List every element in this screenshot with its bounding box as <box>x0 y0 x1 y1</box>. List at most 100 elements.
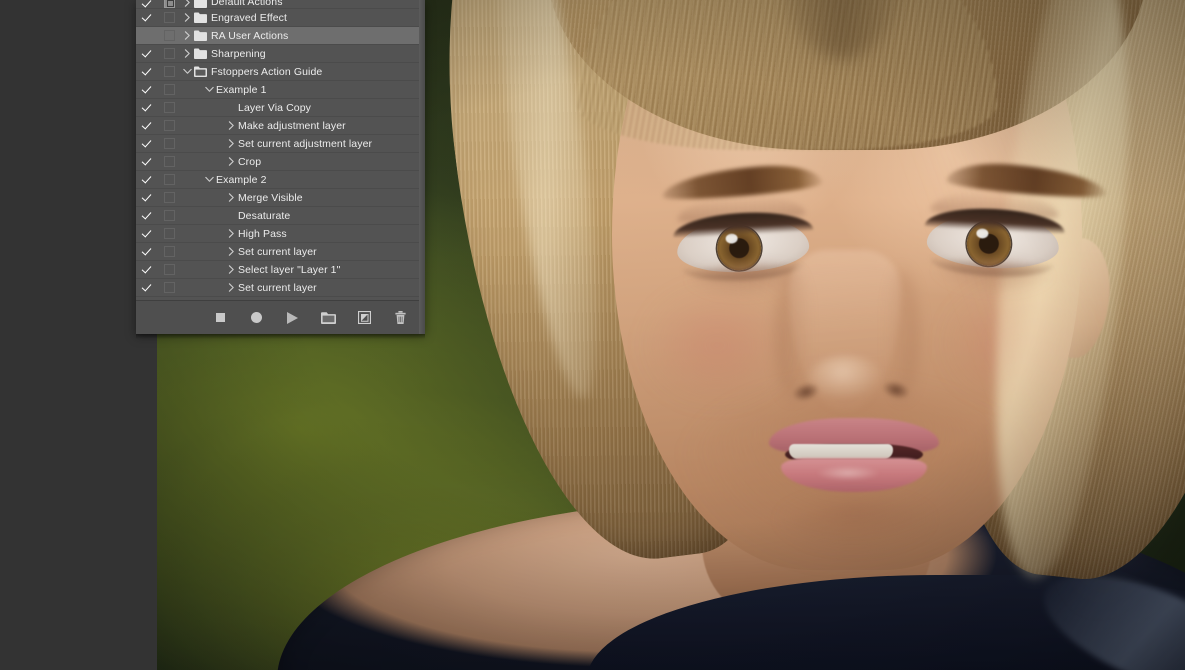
action-toggle-checkbox[interactable] <box>136 283 158 292</box>
action-row-body[interactable]: Default Actions <box>180 0 425 8</box>
chevron-down-icon[interactable] <box>202 176 216 183</box>
action-toggle-checkbox[interactable] <box>136 265 158 274</box>
dialog-toggle-box[interactable] <box>158 192 180 203</box>
action-row-body[interactable]: Set current layer <box>180 246 425 258</box>
action-toggle-checkbox[interactable] <box>136 85 158 94</box>
action-row[interactable]: Set current layer <box>136 279 425 297</box>
action-row-body[interactable]: Engraved Effect <box>180 12 425 24</box>
action-toggle-checkbox[interactable] <box>136 121 158 130</box>
dialog-toggle-box[interactable] <box>158 0 180 8</box>
dialog-toggle-box[interactable] <box>158 210 180 221</box>
action-label: Make adjustment layer <box>238 119 346 132</box>
action-toggle-checkbox[interactable] <box>136 139 158 148</box>
action-row[interactable]: Engraved Effect <box>136 9 425 27</box>
photoshop-screen: Default Actions Engraved Effect RA User Ac… <box>0 0 1185 670</box>
action-row[interactable]: Default Actions <box>136 0 425 9</box>
action-row[interactable]: Make adjustment layer <box>136 117 425 135</box>
action-toggle-checkbox[interactable] <box>136 211 158 220</box>
action-row-body[interactable]: Example 2 <box>180 174 425 186</box>
action-row-body[interactable]: Select layer "Layer 1" <box>180 264 425 276</box>
chevron-right-icon[interactable] <box>180 49 194 58</box>
chevron-down-icon[interactable] <box>180 68 194 75</box>
dialog-toggle-box[interactable] <box>158 246 180 257</box>
dialog-toggle-box[interactable] <box>158 120 180 131</box>
panel-right-edge <box>419 0 425 334</box>
action-row-body[interactable]: Desaturate <box>180 210 425 222</box>
actions-panel[interactable]: Default Actions Engraved Effect RA User Ac… <box>136 0 425 334</box>
action-toggle-checkbox[interactable] <box>136 49 158 58</box>
action-row-body[interactable]: Example 1 <box>180 84 425 96</box>
action-toggle-checkbox[interactable] <box>136 229 158 238</box>
delete-button[interactable] <box>392 309 409 326</box>
play-button[interactable] <box>284 309 301 326</box>
action-label: Layer Via Copy <box>238 101 311 114</box>
action-row-body[interactable]: Sharpening <box>180 48 425 60</box>
record-button[interactable] <box>248 309 265 326</box>
dialog-toggle-box[interactable] <box>158 12 180 23</box>
checkmark-icon <box>143 265 152 274</box>
chevron-right-icon[interactable] <box>180 31 194 40</box>
new-action-button[interactable] <box>356 309 373 326</box>
action-row[interactable]: Select layer "Layer 1" <box>136 261 425 279</box>
action-row[interactable]: Fstoppers Action Guide <box>136 63 425 81</box>
stop-button[interactable] <box>212 309 229 326</box>
chevron-right-icon[interactable] <box>224 139 238 148</box>
chevron-right-icon[interactable] <box>224 283 238 292</box>
action-row-body[interactable]: Layer Via Copy <box>180 102 425 114</box>
action-row[interactable]: Desaturate <box>136 207 425 225</box>
chevron-down-icon[interactable] <box>202 86 216 93</box>
checkmark-icon <box>143 247 152 256</box>
action-row-body[interactable]: Fstoppers Action Guide <box>180 66 425 78</box>
action-row[interactable]: Merge Visible <box>136 189 425 207</box>
action-row[interactable]: Set current adjustment layer <box>136 135 425 153</box>
dialog-toggle-box[interactable] <box>158 264 180 275</box>
action-toggle-checkbox[interactable] <box>136 157 158 166</box>
action-toggle-checkbox[interactable] <box>136 193 158 202</box>
action-row[interactable]: Example 2 <box>136 171 425 189</box>
action-row[interactable]: High Pass <box>136 225 425 243</box>
action-row-body[interactable]: RA User Actions <box>180 30 425 42</box>
new-set-button[interactable] <box>320 309 337 326</box>
action-toggle-checkbox[interactable] <box>136 13 158 22</box>
action-label: Select layer "Layer 1" <box>238 263 341 276</box>
action-row[interactable]: Crop <box>136 153 425 171</box>
chevron-right-icon[interactable] <box>224 229 238 238</box>
dialog-toggle-box[interactable] <box>158 228 180 239</box>
chevron-right-icon[interactable] <box>180 0 194 7</box>
dialog-toggle-box[interactable] <box>158 30 180 41</box>
action-toggle-checkbox[interactable] <box>136 67 158 76</box>
checkmark-icon <box>143 85 152 94</box>
action-toggle-checkbox[interactable] <box>136 103 158 112</box>
action-toggle-checkbox[interactable] <box>136 175 158 184</box>
dialog-toggle-box[interactable] <box>158 138 180 149</box>
action-row[interactable]: Sharpening <box>136 45 425 63</box>
chevron-right-icon[interactable] <box>224 157 238 166</box>
chevron-right-icon[interactable] <box>224 247 238 256</box>
action-row[interactable]: RA User Actions <box>136 27 425 45</box>
action-toggle-checkbox[interactable] <box>136 0 158 8</box>
action-toggle-checkbox[interactable] <box>136 31 158 40</box>
chevron-right-icon[interactable] <box>180 13 194 22</box>
dialog-toggle-box[interactable] <box>158 282 180 293</box>
dialog-toggle-box[interactable] <box>158 156 180 167</box>
action-row[interactable]: Layer Via Copy <box>136 99 425 117</box>
dialog-toggle-box[interactable] <box>158 84 180 95</box>
action-row[interactable]: Set current layer <box>136 243 425 261</box>
dialog-toggle-box[interactable] <box>158 174 180 185</box>
action-row-body[interactable]: Crop <box>180 156 425 168</box>
action-row-body[interactable]: High Pass <box>180 228 425 240</box>
actions-list[interactable]: Default Actions Engraved Effect RA User Ac… <box>136 0 425 301</box>
chevron-right-icon[interactable] <box>224 265 238 274</box>
action-toggle-checkbox[interactable] <box>136 247 158 256</box>
chevron-right-icon[interactable] <box>224 193 238 202</box>
dialog-toggle-box[interactable] <box>158 102 180 113</box>
dialog-toggle-box[interactable] <box>158 66 180 77</box>
chevron-right-icon[interactable] <box>224 121 238 130</box>
action-row-body[interactable]: Set current layer <box>180 282 425 294</box>
action-label: Example 2 <box>216 173 267 186</box>
dialog-toggle-box[interactable] <box>158 48 180 59</box>
action-row-body[interactable]: Make adjustment layer <box>180 120 425 132</box>
action-row[interactable]: Example 1 <box>136 81 425 99</box>
action-row-body[interactable]: Set current adjustment layer <box>180 138 425 150</box>
action-row-body[interactable]: Merge Visible <box>180 192 425 204</box>
